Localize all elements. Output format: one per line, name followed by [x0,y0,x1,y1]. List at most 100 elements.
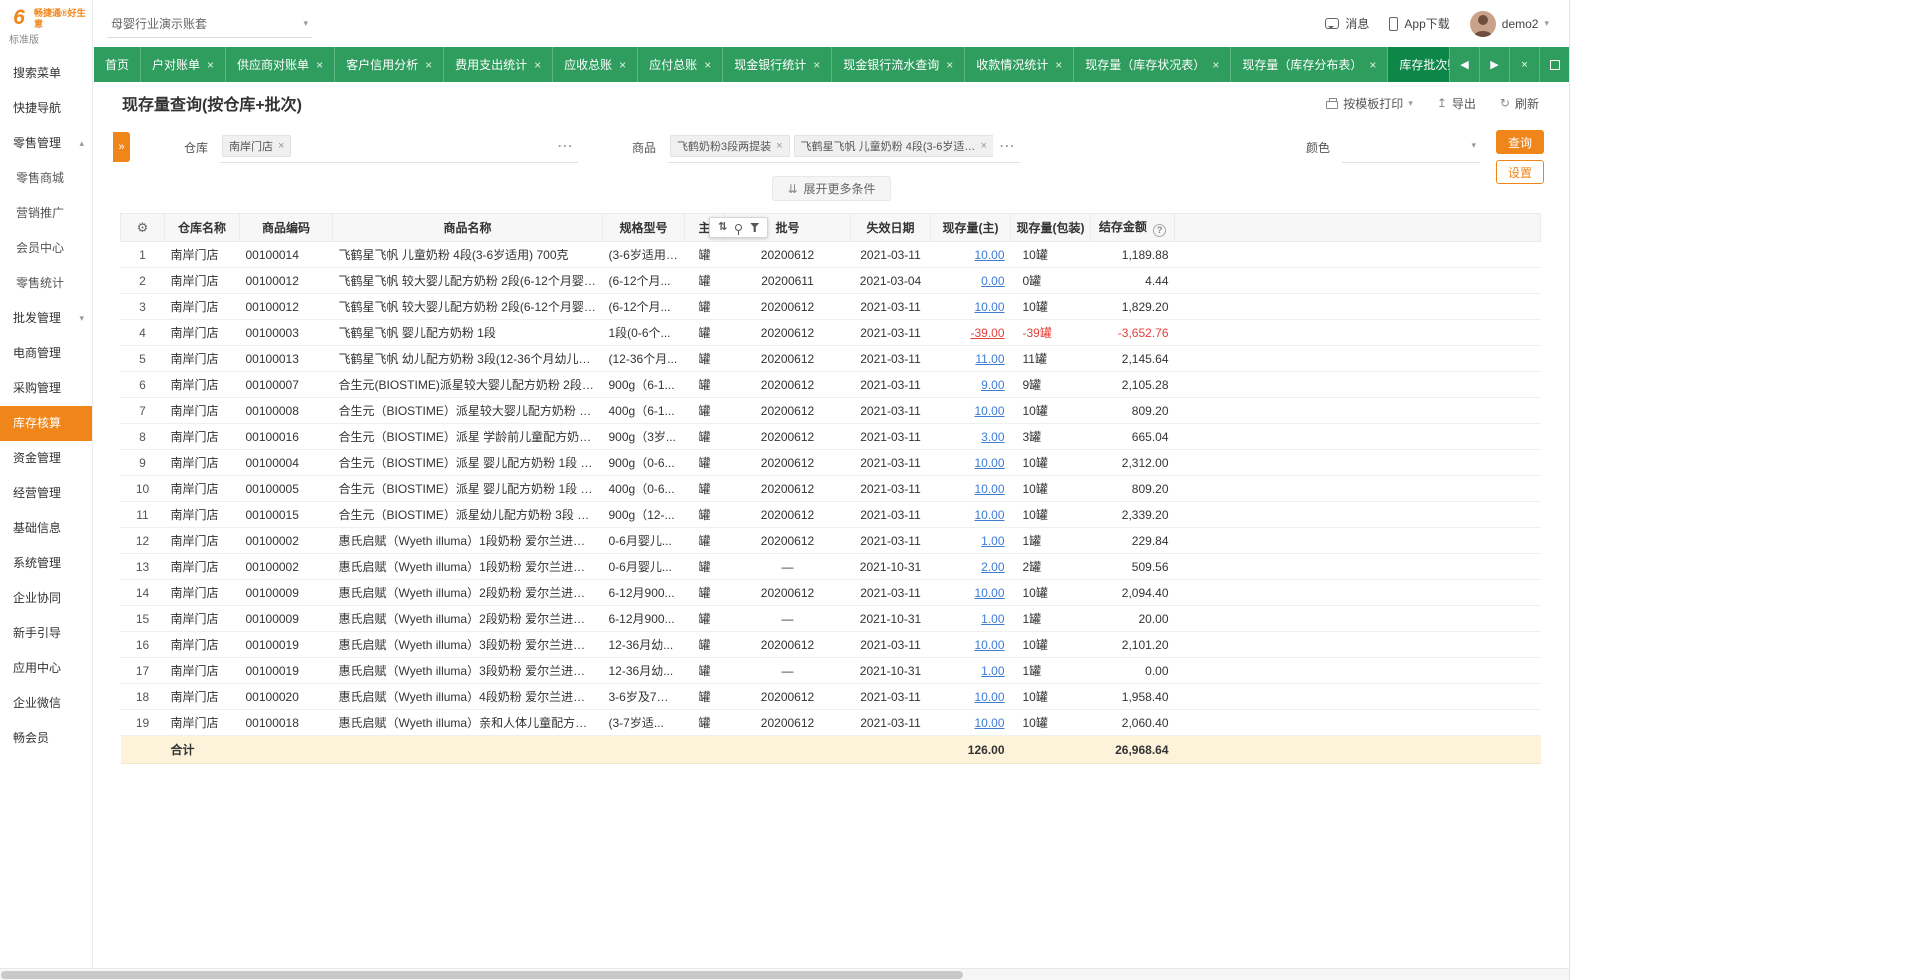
close-tab-button[interactable]: × [1509,47,1539,82]
qty-main-link[interactable]: 10.00 [974,248,1004,262]
picker-icon[interactable]: ⋯ [999,136,1016,156]
horizontal-scrollbar[interactable] [0,968,1569,980]
fullscreen-button[interactable] [1539,47,1569,82]
sort-icon[interactable]: ⇅ [718,222,727,233]
sidebar-item[interactable]: 基础信息 [0,511,92,546]
qty-main-link[interactable]: 1.00 [981,612,1004,626]
qty-main-link[interactable]: 9.00 [981,378,1004,392]
search-button[interactable]: 查询 [1496,130,1544,154]
tab[interactable]: 供应商对账单 × [226,47,336,82]
tab-close-icon[interactable]: × [207,58,214,72]
tab[interactable]: 现存量（库存分布表） × [1231,47,1389,82]
collapse-filters-icon[interactable]: » [113,132,130,162]
tab-scroll-left-button[interactable]: ◀ [1449,47,1479,82]
qty-main-link[interactable]: 10.00 [974,456,1004,470]
sidebar-item[interactable]: 会员中心 [0,231,92,266]
tab-close-icon[interactable]: × [1212,58,1219,72]
sidebar-item[interactable]: 营销推广 [0,196,92,231]
tab[interactable]: 收款情况统计 × [965,47,1075,82]
tab[interactable]: 客户信用分析 × [335,47,445,82]
tab[interactable]: 费用支出统计 × [444,47,554,82]
tab[interactable]: 库存批次账× [1388,47,1449,82]
tab-close-icon[interactable]: × [813,58,820,72]
qty-main-link[interactable]: 10.00 [974,586,1004,600]
col-header-expiry[interactable]: 失效日期 [850,213,931,242]
user-menu[interactable]: demo2 ▾ [1469,10,1549,37]
tag-close-icon[interactable]: × [776,140,782,152]
qty-main-link[interactable]: 11.00 [975,352,1004,366]
qty-main-link[interactable]: -39.00 [970,326,1004,340]
filter-icon[interactable] [750,223,760,232]
tab[interactable]: 户对账单 × [141,47,227,82]
col-header-settings[interactable]: ⚙ [120,213,165,242]
pin-icon[interactable] [735,224,743,235]
qty-main-link[interactable]: 10.00 [974,690,1004,704]
col-header-name[interactable]: 商品名称 [332,213,603,242]
tab-close-icon[interactable]: × [1369,58,1376,72]
tab-close-icon[interactable]: × [619,58,626,72]
info-icon[interactable]: ? [1153,223,1167,237]
tab-close-icon[interactable]: × [946,58,953,72]
sidebar-item[interactable]: 电商管理 [0,336,92,371]
export-button[interactable]: ↥ 导出 [1437,95,1476,112]
account-select[interactable]: 母婴行业演示账套 ▾ [107,10,312,38]
sidebar-item[interactable]: 畅会员 [0,721,92,756]
tab-scroll-right-button[interactable]: ▶ [1479,47,1509,82]
scrollbar-thumb[interactable] [1,971,963,979]
qty-main-link[interactable]: 10.00 [974,716,1004,730]
app-download-button[interactable]: App下载 [1389,15,1450,32]
print-by-template-button[interactable]: 按模板打印 ▾ [1326,95,1413,112]
col-header-qty-pack[interactable]: 现存量(包装) [1010,213,1091,242]
qty-main-link[interactable]: 1.00 [981,664,1004,678]
sidebar-item[interactable]: 零售统计 [0,266,92,301]
expand-more-button[interactable]: ⇊ 展开更多条件 [772,176,891,201]
tab[interactable]: 现存量（库存状况表） × [1074,47,1232,82]
sidebar-item[interactable]: 系统管理 [0,546,92,581]
tab-close-icon[interactable]: × [704,58,711,72]
qty-main-link[interactable]: 2.00 [981,560,1004,574]
sidebar-item[interactable]: 零售管理 ▴ [0,126,92,161]
col-header-code[interactable]: 商品编码 [239,213,333,242]
qty-main-link[interactable]: 1.00 [981,534,1004,548]
qty-main-link[interactable]: 10.00 [974,638,1004,652]
tab[interactable]: 应付总账 × [638,47,724,82]
sidebar-item[interactable]: 企业协同 [0,581,92,616]
refresh-button[interactable]: ↻ 刷新 [1500,95,1539,112]
col-header-qty-main[interactable]: 现存量(主) [930,213,1011,242]
tab[interactable]: 应收总账 × [553,47,639,82]
col-header-warehouse[interactable]: 仓库名称 [164,213,240,242]
sidebar-item[interactable]: 搜索菜单 [0,56,92,91]
sidebar-item[interactable]: 快捷导航 [0,91,92,126]
col-header-spec[interactable]: 规格型号 [602,213,685,242]
sidebar-item[interactable]: 库存核算 [0,406,92,441]
qty-main-link[interactable]: 10.00 [974,508,1004,522]
col-header-unit[interactable]: 主 ⇅ [684,213,769,242]
qty-main-link[interactable]: 10.00 [974,404,1004,418]
sidebar-item[interactable]: 经营管理 [0,476,92,511]
tag-close-icon[interactable]: × [278,140,284,152]
qty-main-link[interactable]: 10.00 [974,482,1004,496]
tab-close-icon[interactable]: × [1055,58,1062,72]
tab-close-icon[interactable]: × [316,58,323,72]
sidebar-item[interactable]: 新手引导 [0,616,92,651]
tab[interactable]: 现金银行统计 × [723,47,833,82]
qty-main-link[interactable]: 0.00 [981,274,1004,288]
sidebar-item[interactable]: 应用中心 [0,651,92,686]
color-filter-field[interactable]: ▾ [1342,131,1481,163]
qty-main-link[interactable]: 3.00 [981,430,1004,444]
sidebar-item[interactable]: 采购管理 [0,371,92,406]
tab-close-icon[interactable]: × [534,58,541,72]
sidebar-item[interactable]: 零售商城 [0,161,92,196]
messages-button[interactable]: 消息 [1325,15,1369,32]
settings-button[interactable]: 设置 [1496,160,1544,184]
qty-main-link[interactable]: 10.00 [974,300,1004,314]
col-header-amount[interactable]: 结存金额 ? [1090,213,1175,242]
tab[interactable]: 首页 [94,47,142,82]
product-filter-field[interactable]: 飞鹤奶粉3段两提装×飞鹤星飞帆 儿童奶粉 4段(3-6岁适用) 700克×飞..… [668,131,1021,163]
gear-icon[interactable]: ⚙ [137,220,149,235]
tag-close-icon[interactable]: × [981,140,987,152]
tab-close-icon[interactable]: × [425,58,432,72]
sidebar-item[interactable]: 资金管理 [0,441,92,476]
tab[interactable]: 现金银行流水查询 × [832,47,966,82]
sidebar-item[interactable]: 批发管理 ▾ [0,301,92,336]
